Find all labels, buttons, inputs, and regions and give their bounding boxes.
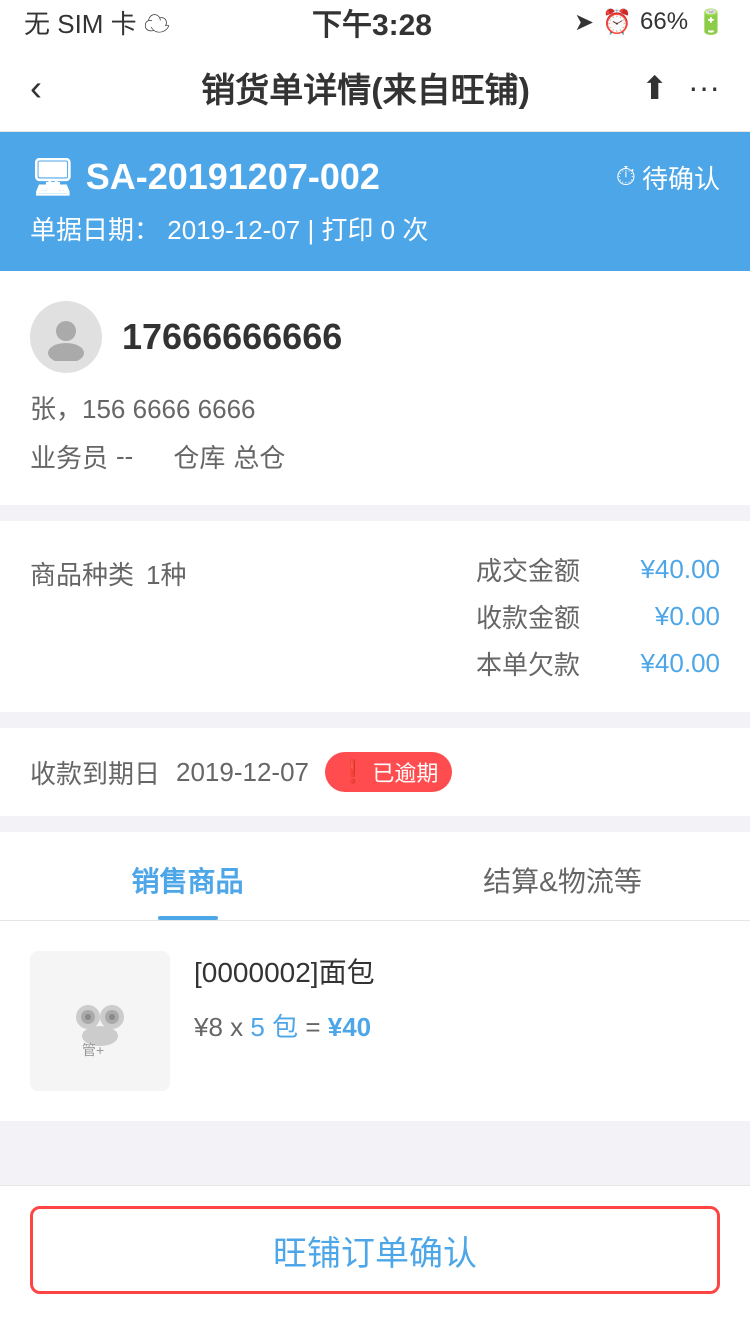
customer-card: 17666666666 张，156 6666 6666 业务员 -- 仓库 总仓 [0, 271, 750, 505]
tabs: 销售商品 结算&物流等 [0, 832, 750, 921]
customer-top: 17666666666 [30, 301, 720, 373]
amount-summary: 成交金额 ¥40.00 收款金额 ¥0.00 本单欠款 ¥40.00 [476, 551, 720, 682]
status-right: ➤ ⏰ 66% 🔋 [574, 8, 726, 37]
order-icon: 🖥 [30, 156, 76, 198]
received-amount-row: 收款金额 ¥0.00 [476, 598, 720, 635]
confirm-order-button[interactable]: 旺铺订单确认 [30, 1206, 720, 1294]
warehouse-info: 仓库 总仓 [173, 438, 285, 475]
status-bar: 无 SIM 卡 ☁ 下午3:28 ➤ ⏰ 66% 🔋 [0, 0, 750, 44]
deal-amount-row: 成交金额 ¥40.00 [476, 551, 720, 588]
sim-label: 无 SIM 卡 ☁ [24, 4, 170, 41]
order-status: ⏱ 待确认 [616, 159, 720, 196]
alarm-icon: ⏰ [602, 8, 632, 37]
customer-avatar [30, 301, 102, 373]
battery-label: 66% [640, 8, 688, 36]
tab-sales-goods[interactable]: 销售商品 [0, 832, 375, 920]
product-details: [0000002]面包 ¥8 x 5 包 = ¥40 [194, 951, 720, 1044]
bottom-bar: 旺铺订单确认 [0, 1185, 750, 1334]
back-button[interactable]: ‹ [30, 67, 90, 109]
product-list: 管+ [0000002]面包 ¥8 x 5 包 = ¥40 [0, 921, 750, 1121]
due-date-card: 收款到期日 2019-12-07 ❗ 已逾期 [0, 728, 750, 816]
customer-contact: 张，156 6666 6666 [30, 389, 720, 426]
product-type: 商品种类 1种 [30, 551, 186, 592]
order-header-card: 🖥 SA-20191207-002 ⏱ 待确认 单据日期： 2019-12-07… [0, 132, 750, 271]
clock-icon: ⏱ [616, 161, 636, 193]
share-button[interactable]: ⬆ [641, 69, 668, 107]
svg-text:管+: 管+ [82, 1042, 104, 1058]
page-title: 销货单详情(来自旺铺) [201, 63, 530, 112]
product-name: [0000002]面包 [194, 951, 720, 991]
owed-amount-row: 本单欠款 ¥40.00 [476, 645, 720, 682]
sales-info: 业务员 -- [30, 438, 133, 475]
order-date-line: 单据日期： 2019-12-07 | 打印 0 次 [30, 210, 720, 247]
product-image: 管+ [60, 981, 140, 1061]
battery-icon: 🔋 [696, 8, 726, 37]
user-icon [42, 313, 90, 361]
summary-card: 商品种类 1种 成交金额 ¥40.00 收款金额 ¥0.00 本单欠款 ¥40.… [0, 521, 750, 712]
product-item: 管+ [0000002]面包 ¥8 x 5 包 = ¥40 [30, 951, 720, 1091]
more-button[interactable]: ··· [688, 69, 720, 106]
nav-bar: ‹ 销货单详情(来自旺铺) ⬆ ··· [0, 44, 750, 132]
order-id: 🖥 SA-20191207-002 [30, 156, 380, 198]
status-time: 下午3:28 [312, 0, 432, 44]
tab-settlement[interactable]: 结算&物流等 [375, 832, 750, 920]
location-icon: ➤ [574, 8, 594, 37]
nav-actions: ⬆ ··· [641, 69, 720, 107]
product-price: ¥8 x 5 包 = ¥40 [194, 1007, 720, 1044]
customer-meta: 业务员 -- 仓库 总仓 [30, 438, 720, 475]
status-left: 无 SIM 卡 ☁ [24, 4, 170, 41]
product-thumbnail: 管+ [30, 951, 170, 1091]
overdue-badge: ❗ 已逾期 [325, 752, 452, 792]
customer-phone: 17666666666 [122, 316, 342, 358]
warning-icon: ❗ [339, 759, 366, 785]
order-header-top: 🖥 SA-20191207-002 ⏱ 待确认 [30, 156, 720, 198]
